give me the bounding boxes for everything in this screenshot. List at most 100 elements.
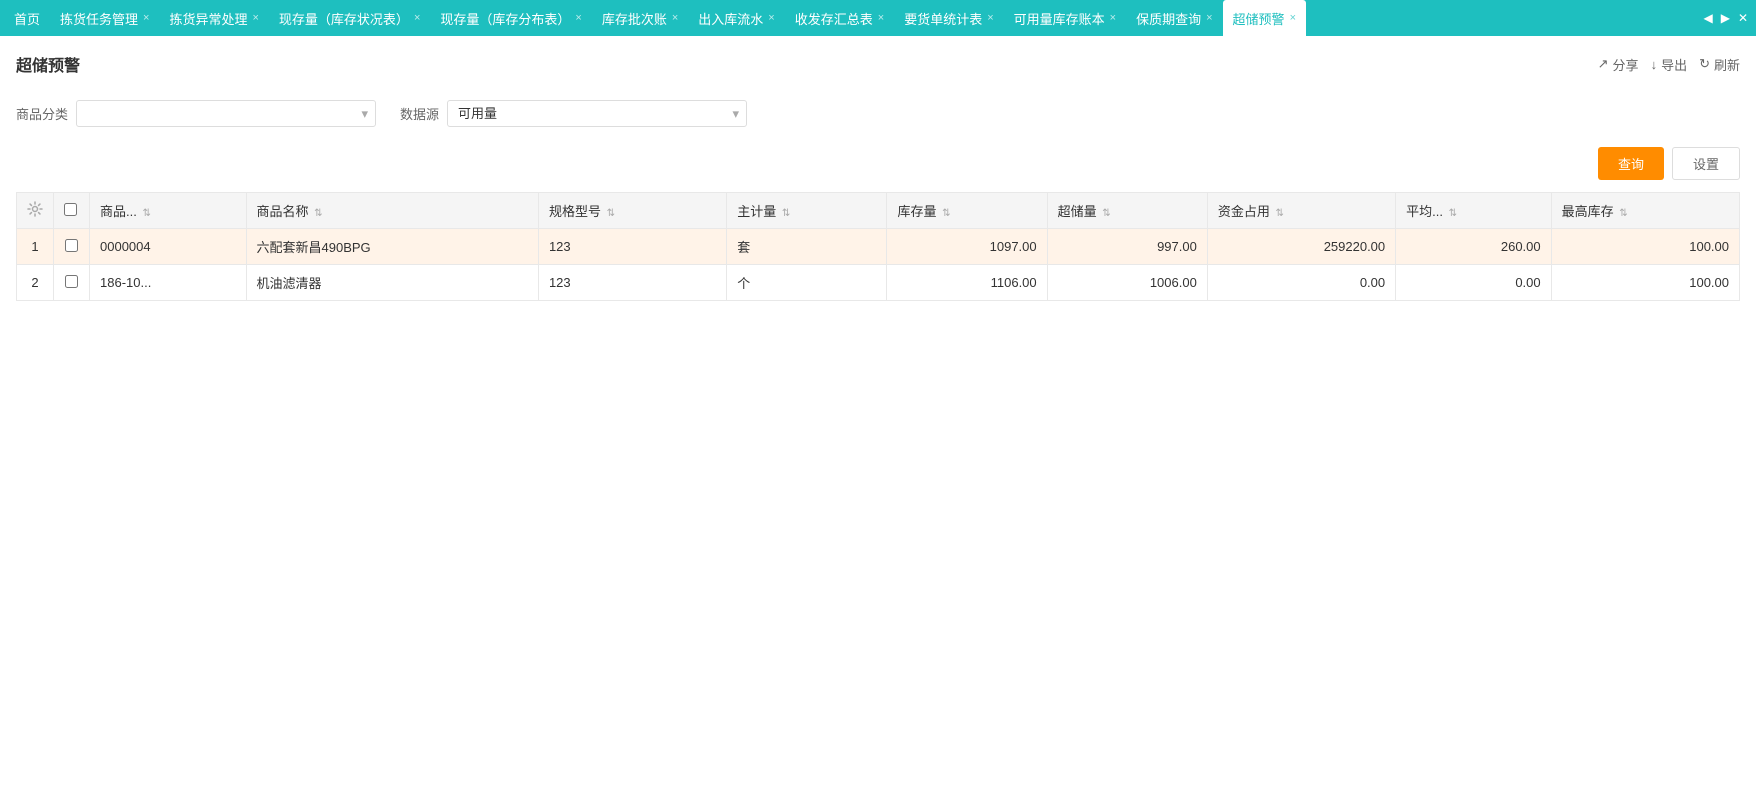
table-row: 1 0000004 六配套新昌490BPG 123 套 1097.00 997.…: [17, 229, 1740, 265]
query-button[interactable]: 查询: [1598, 147, 1664, 180]
table-body: 1 0000004 六配套新昌490BPG 123 套 1097.00 997.…: [17, 229, 1740, 301]
nav-tab-close[interactable]: ×: [672, 12, 678, 24]
col-avg-label: 平均...: [1406, 204, 1443, 219]
product-code-1: 0000004: [90, 229, 247, 265]
row-num-1: 1: [17, 229, 54, 265]
nav-tab-quality[interactable]: 保质期查询 ×: [1126, 0, 1222, 36]
nav-tab-label: 现存量（库存状况表）: [279, 9, 409, 28]
filter-row: 商品分类 全部 数据源 可用量 库存量: [16, 92, 1740, 135]
nav-tab-task-mgmt[interactable]: 拣货任务管理 ×: [50, 0, 159, 36]
nav-tab-inout-flow[interactable]: 出入库流水 ×: [688, 0, 784, 36]
max-stock-2: 100.00: [1551, 265, 1739, 301]
col-checkbox-header[interactable]: [54, 193, 90, 229]
nav-tab-close[interactable]: ×: [1290, 12, 1296, 24]
nav-tab-close[interactable]: ×: [414, 12, 420, 24]
nav-tab-label: 出入库流水: [698, 9, 763, 28]
share-icon: ↗: [1598, 56, 1609, 72]
filter-datasource: 数据源 可用量 库存量: [400, 100, 747, 127]
overstock-2: 1006.00: [1047, 265, 1207, 301]
nav-tab-inventory-dist[interactable]: 现存量（库存分布表） ×: [430, 0, 591, 36]
nav-scroll-left[interactable]: ◀: [1699, 0, 1716, 36]
avg-2: 0.00: [1396, 265, 1551, 301]
category-select[interactable]: 全部: [76, 100, 376, 127]
nav-tab-label: 拣货异常处理: [169, 9, 247, 28]
share-button[interactable]: ↗ 分享: [1598, 55, 1639, 74]
page-content: 超储预警 ↗ 分享 ↓ 导出 ↻ 刷新 商品分类 全部: [0, 36, 1756, 800]
sort-icon: ⇅: [607, 208, 615, 219]
nav-home[interactable]: 首页: [4, 9, 50, 28]
datasource-select[interactable]: 可用量 库存量: [447, 100, 747, 127]
nav-tab-order-stats[interactable]: 要货单统计表 ×: [894, 0, 1003, 36]
col-overstock-label: 超储量: [1058, 204, 1097, 219]
nav-tab-label: 要货单统计表: [904, 9, 982, 28]
col-capital-label: 资金占用: [1218, 204, 1270, 219]
nav-tab-label: 超储预警: [1233, 9, 1285, 28]
inventory-2: 1106.00: [887, 265, 1047, 301]
table-header: 商品... ⇅ 商品名称 ⇅ 规格型号 ⇅ 主计量 ⇅ 库存量 ⇅: [17, 193, 1740, 229]
nav-tab-abnormal[interactable]: 拣货异常处理 ×: [159, 0, 268, 36]
col-spec-label: 规格型号: [549, 204, 601, 219]
nav-tab-collection[interactable]: 收发存汇总表 ×: [785, 0, 894, 36]
nav-tab-close[interactable]: ×: [575, 12, 581, 24]
nav-tab-close[interactable]: ×: [878, 12, 884, 24]
datasource-label: 数据源: [400, 104, 439, 123]
sort-icon: ⇅: [1102, 208, 1110, 219]
sort-icon: ⇅: [1449, 208, 1457, 219]
sort-icon: ⇅: [942, 208, 950, 219]
product-name-2: 机油滤清器: [246, 265, 538, 301]
share-label: 分享: [1613, 55, 1639, 74]
product-name-1: 六配套新昌490BPG: [246, 229, 538, 265]
max-stock-1: 100.00: [1551, 229, 1739, 265]
col-inventory-header[interactable]: 库存量 ⇅: [887, 193, 1047, 229]
page-actions: ↗ 分享 ↓ 导出 ↻ 刷新: [1598, 55, 1740, 74]
nav-tab-label: 现存量（库存分布表）: [440, 9, 570, 28]
col-product-name-header[interactable]: 商品名称 ⇅: [246, 193, 538, 229]
row-checkbox-1[interactable]: [54, 229, 90, 265]
nav-tab-close[interactable]: ×: [987, 12, 993, 24]
nav-tab-close[interactable]: ×: [1110, 12, 1116, 24]
nav-close-all[interactable]: ✕: [1734, 0, 1752, 36]
data-table: 商品... ⇅ 商品名称 ⇅ 规格型号 ⇅ 主计量 ⇅ 库存量 ⇅: [16, 192, 1740, 301]
page-title: 超储预警: [16, 52, 80, 76]
sort-icon: ⇅: [1619, 208, 1627, 219]
col-spec-header[interactable]: 规格型号 ⇅: [538, 193, 726, 229]
page-header: 超储预警 ↗ 分享 ↓ 导出 ↻ 刷新: [16, 52, 1740, 76]
refresh-icon: ↻: [1699, 56, 1710, 72]
select-all-checkbox[interactable]: [64, 203, 77, 216]
capital-1: 259220.00: [1207, 229, 1395, 265]
top-nav: 首页 拣货任务管理 × 拣货异常处理 × 现存量（库存状况表） × 现存量（库存…: [0, 0, 1756, 36]
row-select-checkbox[interactable]: [65, 239, 78, 252]
nav-tab-available[interactable]: 可用量库存账本 ×: [1004, 0, 1126, 36]
nav-tab-overstock[interactable]: 超储预警 ×: [1223, 0, 1306, 36]
product-code-2: 186-10...: [90, 265, 247, 301]
col-product-code-header[interactable]: 商品... ⇅: [90, 193, 247, 229]
nav-tab-label: 可用量库存账本: [1014, 9, 1105, 28]
refresh-button[interactable]: ↻ 刷新: [1699, 55, 1740, 74]
col-unit-header[interactable]: 主计量 ⇅: [727, 193, 887, 229]
export-button[interactable]: ↓ 导出: [1651, 55, 1688, 74]
row-select-checkbox[interactable]: [65, 275, 78, 288]
settings-icon: [27, 201, 43, 217]
settings-button[interactable]: 设置: [1672, 147, 1740, 180]
nav-scroll-right[interactable]: ▶: [1717, 0, 1734, 36]
inventory-1: 1097.00: [887, 229, 1047, 265]
nav-tab-close[interactable]: ×: [143, 12, 149, 24]
nav-tab-inventory-status[interactable]: 现存量（库存状况表） ×: [269, 0, 430, 36]
nav-tab-close[interactable]: ×: [1206, 12, 1212, 24]
avg-1: 260.00: [1396, 229, 1551, 265]
col-overstock-header[interactable]: 超储量 ⇅: [1047, 193, 1207, 229]
nav-tab-label: 保质期查询: [1136, 9, 1201, 28]
nav-tab-close[interactable]: ×: [252, 12, 258, 24]
unit-1: 套: [727, 229, 887, 265]
col-gear[interactable]: [17, 193, 54, 229]
col-capital-header[interactable]: 资金占用 ⇅: [1207, 193, 1395, 229]
col-avg-header[interactable]: 平均... ⇅: [1396, 193, 1551, 229]
datasource-select-wrapper: 可用量 库存量: [447, 100, 747, 127]
row-checkbox-2[interactable]: [54, 265, 90, 301]
nav-tab-batch[interactable]: 库存批次账 ×: [592, 0, 688, 36]
col-max-stock-header[interactable]: 最高库存 ⇅: [1551, 193, 1739, 229]
col-unit-label: 主计量: [737, 204, 776, 219]
row-num-2: 2: [17, 265, 54, 301]
nav-tab-close[interactable]: ×: [768, 12, 774, 24]
col-max-stock-label: 最高库存: [1562, 204, 1614, 219]
